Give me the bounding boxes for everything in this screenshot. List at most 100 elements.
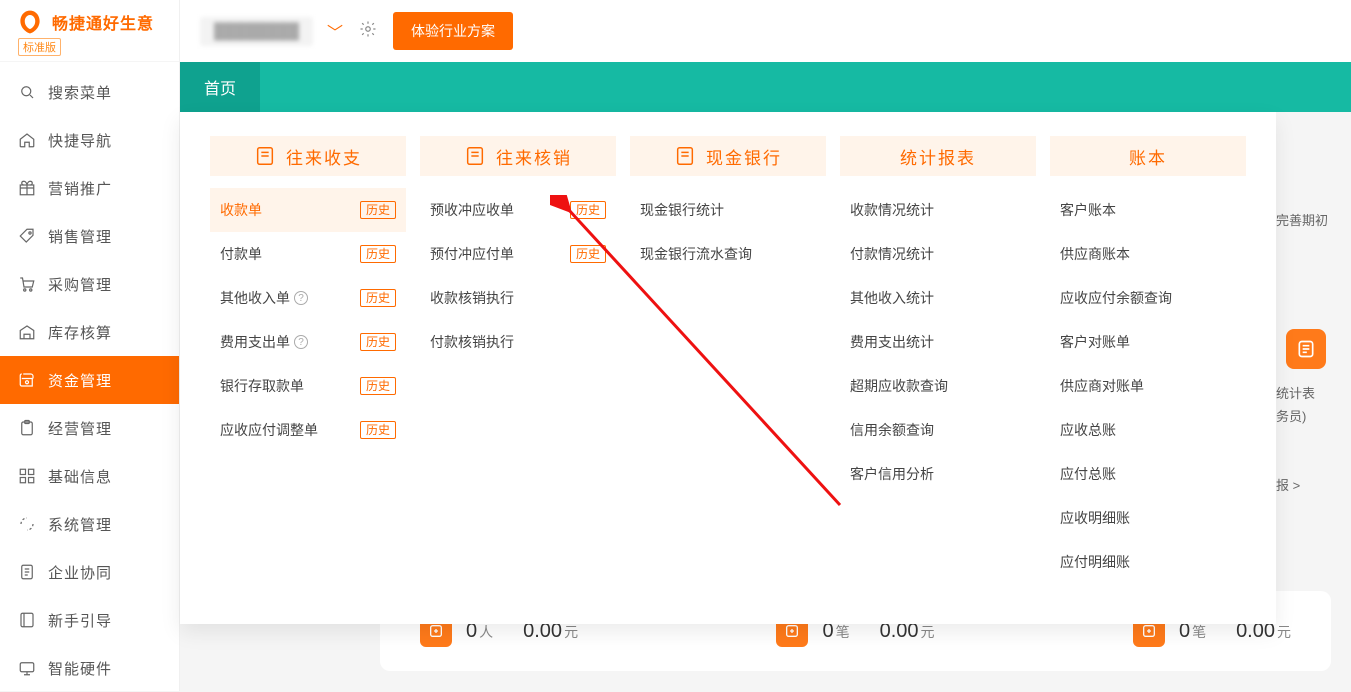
sidebar-item-1[interactable]: 快捷导航 — [0, 116, 179, 164]
mega-item-0-0[interactable]: 收款单 历史 — [210, 188, 406, 232]
mega-col-items: 客户账本 供应商账本 应收应付余额查询 客户对账单 供应商对账单 应收总账 应付… — [1050, 188, 1246, 584]
mega-item-label: 预付冲应付单 — [430, 244, 514, 264]
stat-unit: 笔 — [836, 624, 850, 640]
mega-col-4: 账本 客户账本 供应商账本 应收应付余额查询 客户对账单 供应商对账单 应收总账… — [1050, 136, 1246, 584]
mega-col-title: 统计报表 — [900, 144, 976, 169]
warehouse-icon — [18, 323, 36, 341]
logo-block: 畅捷通好生意 标准版 — [0, 0, 179, 62]
right-tail-text[interactable]: 报 > — [1276, 475, 1351, 494]
sidebar-item-9[interactable]: 系统管理 — [0, 500, 179, 548]
sidebar-item-label: 资金管理 — [48, 370, 112, 391]
loop-icon — [18, 515, 36, 533]
doc-icon — [674, 145, 696, 167]
mega-item-3-2[interactable]: 其他收入统计 — [840, 276, 1036, 320]
company-selector[interactable]: ████████ ﹀ — [200, 17, 343, 46]
mega-item-label: 付款情况统计 — [850, 244, 934, 264]
mega-item-4-2[interactable]: 应收应付余额查询 — [1050, 276, 1246, 320]
mega-item-3-0[interactable]: 收款情况统计 — [840, 188, 1036, 232]
sidebar-item-10[interactable]: 企业协同 — [0, 548, 179, 596]
mega-item-3-1[interactable]: 付款情况统计 — [840, 232, 1036, 276]
mega-item-label: 客户信用分析 — [850, 464, 934, 484]
mega-item-label: 应收明细账 — [1060, 508, 1130, 528]
sidebar-item-7[interactable]: 经营管理 — [0, 404, 179, 452]
sidebar-item-8[interactable]: 基础信息 — [0, 452, 179, 500]
mega-item-label: 收款单 — [220, 200, 262, 220]
help-icon[interactable]: ? — [294, 291, 308, 305]
mega-item-label: 银行存取款单 — [220, 376, 304, 396]
mega-item-2-0[interactable]: 现金银行统计 — [630, 188, 826, 232]
history-tag[interactable]: 历史 — [570, 201, 606, 219]
mega-item-label: 客户账本 — [1060, 200, 1116, 220]
sidebar-item-11[interactable]: 新手引导 — [0, 596, 179, 644]
sidebar-item-label: 经营管理 — [48, 418, 112, 439]
mega-item-4-8[interactable]: 应付明细账 — [1050, 540, 1246, 584]
mega-item-0-2[interactable]: 其他收入单?历史 — [210, 276, 406, 320]
mega-item-4-7[interactable]: 应收明细账 — [1050, 496, 1246, 540]
doc-icon — [254, 145, 276, 167]
mega-item-2-1[interactable]: 现金银行流水查询 — [630, 232, 826, 276]
mega-item-4-5[interactable]: 应收总账 — [1050, 408, 1246, 452]
sidebar-item-2[interactable]: 营销推广 — [0, 164, 179, 212]
history-tag[interactable]: 历史 — [360, 245, 396, 263]
tab-home[interactable]: 首页 — [180, 62, 260, 112]
stat-amount-unit: 元 — [1277, 624, 1291, 640]
mega-item-4-6[interactable]: 应付总账 — [1050, 452, 1246, 496]
mega-item-label: 信用余额查询 — [850, 420, 934, 440]
mega-item-0-4[interactable]: 银行存取款单 历史 — [210, 364, 406, 408]
tab-strip: 首页 — [180, 62, 1351, 112]
mega-item-4-4[interactable]: 供应商对账单 — [1050, 364, 1246, 408]
mega-item-label: 应付明细账 — [1060, 552, 1130, 572]
sidebar-nav: 搜索菜单 快捷导航 营销推广 销售管理 采购管理 库存核算 资金管理 经营管理 … — [0, 62, 179, 692]
sidebar-item-6[interactable]: 资金管理 — [0, 356, 179, 404]
mega-item-3-6[interactable]: 客户信用分析 — [840, 452, 1036, 496]
right-tail-tile-icon[interactable] — [1286, 329, 1326, 369]
mega-item-4-0[interactable]: 客户账本 — [1050, 188, 1246, 232]
mega-col-0: 往来收支 收款单历史 付款单历史 其他收入单?历史 费用支出单?历史 银行存取款… — [210, 136, 406, 584]
mega-item-4-3[interactable]: 客户对账单 — [1050, 320, 1246, 364]
mega-col-title: 往来核销 — [496, 144, 572, 169]
sidebar-item-5[interactable]: 库存核算 — [0, 308, 179, 356]
book-icon — [18, 611, 36, 629]
sidebar-item-0[interactable]: 搜索菜单 — [0, 68, 179, 116]
cta-button[interactable]: 体验行业方案 — [393, 12, 513, 50]
mega-col-header: 往来核销 — [420, 136, 616, 176]
mega-item-label: 预收冲应收单 — [430, 200, 514, 220]
mega-item-label: 付款核销执行 — [430, 332, 514, 352]
mega-item-label: 现金银行流水查询 — [640, 244, 752, 264]
sidebar-item-4[interactable]: 采购管理 — [0, 260, 179, 308]
mega-item-1-1[interactable]: 预付冲应付单 历史 — [420, 232, 616, 276]
brand-subtitle: 标准版 — [18, 38, 61, 56]
history-tag[interactable]: 历史 — [360, 333, 396, 351]
mega-col-header: 现金银行 — [630, 136, 826, 176]
sidebar-item-12[interactable]: 智能硬件 — [0, 644, 179, 692]
brand-logo-icon — [16, 8, 44, 36]
sidebar-item-label: 企业协同 — [48, 562, 112, 583]
mega-item-0-5[interactable]: 应收应付调整单历史 — [210, 408, 406, 452]
sidebar-item-3[interactable]: 销售管理 — [0, 212, 179, 260]
stat-amount-unit: 元 — [921, 624, 935, 640]
mega-item-3-3[interactable]: 费用支出统计 — [840, 320, 1036, 364]
mega-col-1: 往来核销 预收冲应收单历史 预付冲应付单历史 收款核销执行 付款核销执行 — [420, 136, 616, 584]
mega-item-3-5[interactable]: 信用余额查询 — [840, 408, 1036, 452]
gear-icon[interactable] — [359, 20, 377, 43]
history-tag[interactable]: 历史 — [360, 377, 396, 395]
stat-unit: 人 — [479, 624, 493, 640]
mega-item-1-3[interactable]: 付款核销执行 — [420, 320, 616, 364]
mega-item-0-1[interactable]: 付款单 历史 — [210, 232, 406, 276]
mega-item-label: 现金银行统计 — [640, 200, 724, 220]
mega-item-label: 付款单 — [220, 244, 262, 264]
mega-item-3-4[interactable]: 超期应收款查询 — [840, 364, 1036, 408]
history-tag[interactable]: 历史 — [360, 289, 396, 307]
sidebar-item-label: 基础信息 — [48, 466, 112, 487]
home-icon — [18, 131, 36, 149]
mega-item-0-3[interactable]: 费用支出单? 历史 — [210, 320, 406, 364]
history-tag[interactable]: 历史 — [570, 245, 606, 263]
history-tag[interactable]: 历史 — [360, 201, 396, 219]
mega-col-title: 现金银行 — [706, 144, 782, 169]
history-tag[interactable]: 历史 — [360, 421, 396, 439]
help-icon[interactable]: ? — [294, 335, 308, 349]
mega-item-1-2[interactable]: 收款核销执行 — [420, 276, 616, 320]
mega-item-1-0[interactable]: 预收冲应收单 历史 — [420, 188, 616, 232]
mega-item-label: 费用支出单? — [220, 332, 308, 352]
mega-item-4-1[interactable]: 供应商账本 — [1050, 232, 1246, 276]
